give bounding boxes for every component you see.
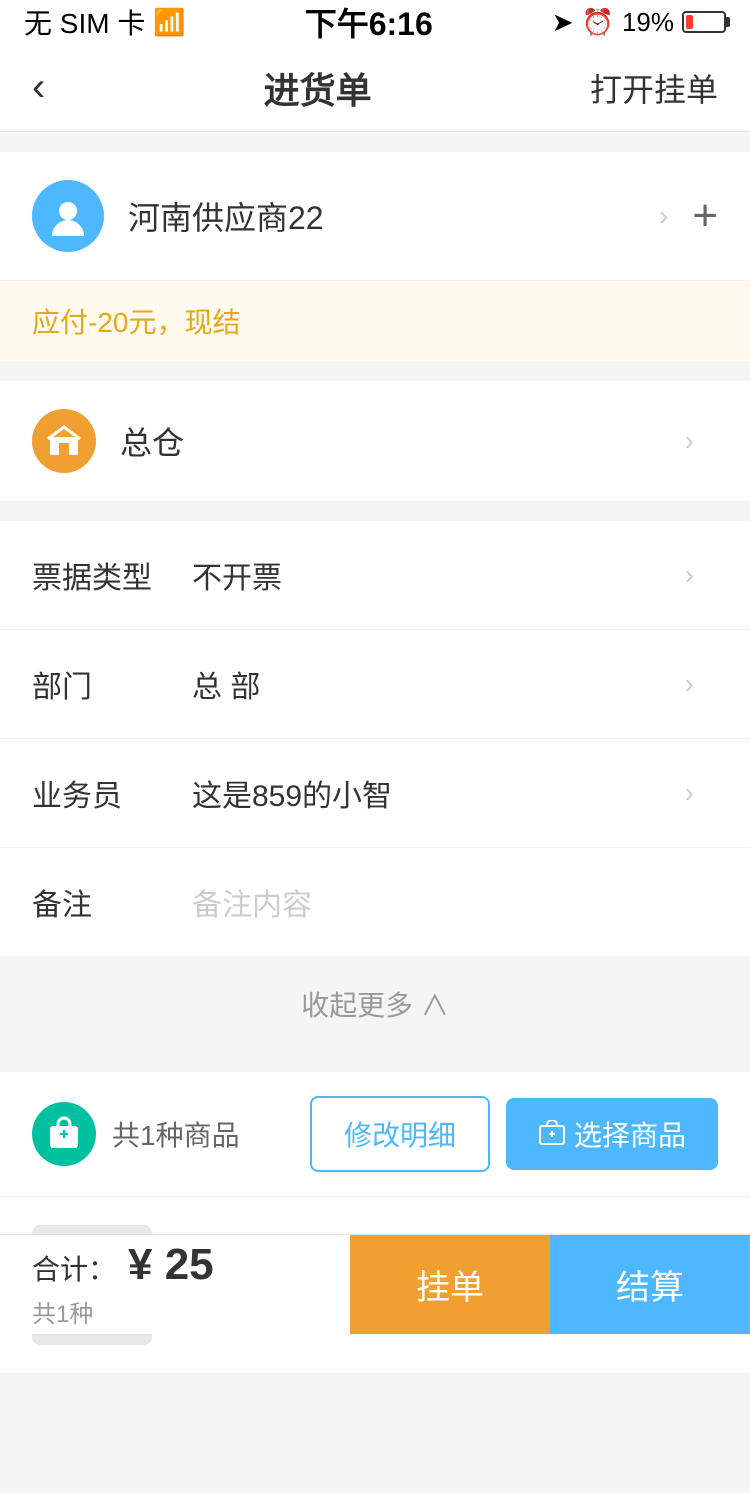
footer-spacer bbox=[0, 1373, 750, 1493]
supplier-chevron-icon: › bbox=[659, 200, 668, 232]
supplier-avatar bbox=[32, 180, 104, 252]
hang-button[interactable]: 挂单 bbox=[350, 1235, 550, 1334]
invoice-value: 不开票 bbox=[192, 553, 685, 597]
warehouse-icon bbox=[32, 409, 96, 473]
salesman-label: 业务员 bbox=[32, 771, 192, 815]
warehouse-card: 总仓 › bbox=[0, 381, 750, 501]
open-hang-button[interactable]: 打开挂单 bbox=[590, 65, 718, 111]
warehouse-chevron-icon: › bbox=[685, 425, 694, 457]
department-value: 总 部 bbox=[192, 662, 685, 706]
alarm-icon: ⏰ bbox=[582, 7, 614, 38]
add-button[interactable]: + bbox=[692, 194, 718, 238]
status-bar: 无 SIM 卡 📶 下午6:16 ➤ ⏰ 19% bbox=[0, 0, 750, 44]
battery-icon bbox=[682, 11, 726, 33]
salesman-chevron-icon: › bbox=[685, 777, 694, 809]
settle-button[interactable]: 结算 bbox=[550, 1235, 750, 1334]
edit-detail-button[interactable]: 修改明细 bbox=[310, 1096, 490, 1172]
back-button[interactable]: ‹ bbox=[32, 65, 45, 110]
collapse-row[interactable]: 收起更多 ∧ bbox=[0, 956, 750, 1052]
section-divider-1 bbox=[0, 132, 750, 152]
form-card: 票据类型 不开票 › 部门 总 部 › 业务员 这是859的小智 › 备注 备注… bbox=[0, 521, 750, 956]
department-label: 部门 bbox=[32, 662, 192, 706]
supplier-name: 河南供应商22 bbox=[128, 193, 659, 239]
total-label: 合计： bbox=[32, 1248, 116, 1288]
invoice-label: 票据类型 bbox=[32, 553, 192, 597]
supplier-row[interactable]: 河南供应商22 › + bbox=[0, 152, 750, 281]
footer: 合计： ¥ 25 共1种 挂单 结算 bbox=[0, 1234, 750, 1334]
battery-text: 19% bbox=[622, 7, 674, 38]
department-row[interactable]: 部门 总 部 › bbox=[0, 629, 750, 738]
invoice-row[interactable]: 票据类型 不开票 › bbox=[0, 521, 750, 629]
section-divider-2 bbox=[0, 361, 750, 381]
wifi-icon: 📶 bbox=[153, 7, 185, 38]
department-chevron-icon: › bbox=[685, 668, 694, 700]
select-product-button[interactable]: 选择商品 bbox=[506, 1098, 718, 1170]
remark-input[interactable]: 备注内容 bbox=[192, 880, 718, 924]
nav-bar: ‹ 进货单 打开挂单 bbox=[0, 44, 750, 132]
section-divider-4 bbox=[0, 1052, 750, 1072]
salesman-value: 这是859的小智 bbox=[192, 771, 685, 815]
page-title: 进货单 bbox=[264, 62, 372, 114]
remark-row[interactable]: 备注 备注内容 bbox=[0, 847, 750, 956]
total-sub: 共1种 bbox=[32, 1301, 93, 1328]
remark-label: 备注 bbox=[32, 880, 192, 924]
product-count: 共1种商品 bbox=[112, 1114, 294, 1154]
location-icon: ➤ bbox=[552, 7, 574, 38]
invoice-chevron-icon: › bbox=[685, 559, 694, 591]
warehouse-row[interactable]: 总仓 › bbox=[0, 381, 750, 501]
notice-bar: 应付-20元，现结 bbox=[0, 281, 750, 361]
collapse-label: 收起更多 ∧ bbox=[301, 984, 449, 1024]
footer-total: 合计： ¥ 25 共1种 bbox=[0, 1235, 350, 1334]
status-carrier: 无 SIM 卡 📶 bbox=[24, 2, 186, 42]
product-header: 共1种商品 修改明细 选择商品 bbox=[0, 1072, 750, 1196]
product-icon bbox=[32, 1102, 96, 1166]
warehouse-name: 总仓 bbox=[120, 418, 685, 464]
section-divider-3 bbox=[0, 501, 750, 521]
status-right: ➤ ⏰ 19% bbox=[552, 7, 726, 38]
supplier-card: 河南供应商22 › + 应付-20元，现结 bbox=[0, 152, 750, 361]
salesman-row[interactable]: 业务员 这是859的小智 › bbox=[0, 738, 750, 847]
total-amount: ¥ 25 bbox=[128, 1240, 214, 1290]
status-time: 下午6:16 bbox=[305, 0, 433, 45]
